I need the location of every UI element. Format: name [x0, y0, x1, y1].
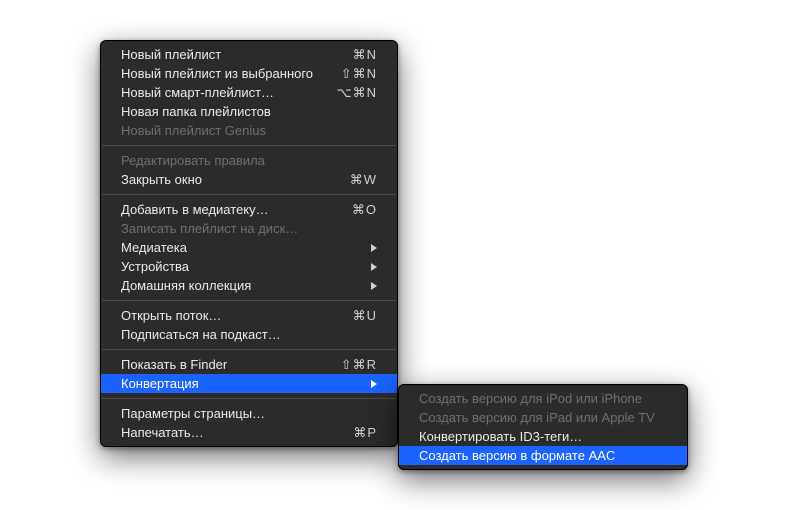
menu-item-label: Открыть поток… [121, 308, 329, 323]
menu-item-shortcut: ⇧⌘R [341, 357, 377, 373]
menu-item-label: Редактировать правила [121, 153, 377, 168]
menu-item-label: Новый плейлист из выбранного [121, 66, 317, 81]
menu-item-create-ipad-appletv-version: Создать версию для iPad или Apple TV [399, 408, 687, 427]
menu-item-label: Новый смарт-плейлист… [121, 85, 313, 100]
submenu-arrow-icon [371, 282, 377, 290]
menu-item-burn-playlist: Записать плейлист на диск… [101, 219, 397, 238]
menu-item-shortcut: ⇧⌘N [341, 66, 377, 82]
menu-item-shortcut: ⌘U [353, 308, 377, 324]
menu-item-subscribe-podcast[interactable]: Подписаться на подкаст… [101, 325, 397, 344]
menu-item-shortcut: ⌥⌘N [337, 85, 377, 101]
submenu-arrow-icon [371, 380, 377, 388]
menu-item-print[interactable]: Напечатать… ⌘P [101, 423, 397, 442]
menu-item-edit-rules: Редактировать правила [101, 151, 397, 170]
file-menu: Новый плейлист ⌘N Новый плейлист из выбр… [100, 40, 398, 447]
menu-item-open-stream[interactable]: Открыть поток… ⌘U [101, 306, 397, 325]
menu-item-label: Создать версию для iPod или iPhone [419, 391, 667, 406]
menu-item-label: Конвертация [121, 376, 347, 391]
menu-item-label: Медиатека [121, 240, 347, 255]
menu-item-new-genius-playlist: Новый плейлист Genius [101, 121, 397, 140]
menu-item-devices[interactable]: Устройства [101, 257, 397, 276]
menu-separator [102, 145, 396, 146]
menu-item-add-to-library[interactable]: Добавить в медиатеку… ⌘O [101, 200, 397, 219]
menu-item-shortcut: ⌘P [353, 425, 377, 441]
menu-item-new-playlist[interactable]: Новый плейлист ⌘N [101, 45, 397, 64]
menu-separator [102, 398, 396, 399]
menu-item-show-in-finder[interactable]: Показать в Finder ⇧⌘R [101, 355, 397, 374]
menu-separator [102, 194, 396, 195]
menu-item-shortcut: ⌘N [353, 47, 377, 63]
menu-item-label: Закрыть окно [121, 172, 326, 187]
menu-item-label: Создать версию для iPad или Apple TV [419, 410, 667, 425]
menu-item-label: Добавить в медиатеку… [121, 202, 328, 217]
menu-separator [102, 300, 396, 301]
menu-item-label: Конвертировать ID3-теги… [419, 429, 667, 444]
menu-item-page-setup[interactable]: Параметры страницы… [101, 404, 397, 423]
menu-item-label: Новый плейлист [121, 47, 329, 62]
menu-item-new-playlist-from-selection[interactable]: Новый плейлист из выбранного ⇧⌘N [101, 64, 397, 83]
menu-item-close-window[interactable]: Закрыть окно ⌘W [101, 170, 397, 189]
menu-item-label: Записать плейлист на диск… [121, 221, 377, 236]
menu-separator [102, 349, 396, 350]
menu-item-create-ipod-iphone-version: Создать версию для iPod или iPhone [399, 389, 687, 408]
menu-item-label: Напечатать… [121, 425, 329, 440]
menu-item-new-playlist-folder[interactable]: Новая папка плейлистов [101, 102, 397, 121]
menu-item-home-sharing[interactable]: Домашняя коллекция [101, 276, 397, 295]
menu-item-label: Домашняя коллекция [121, 278, 347, 293]
submenu-arrow-icon [371, 244, 377, 252]
menu-item-label: Устройства [121, 259, 347, 274]
menu-item-convert-id3-tags[interactable]: Конвертировать ID3-теги… [399, 427, 687, 446]
menu-item-label: Показать в Finder [121, 357, 317, 372]
menu-item-label: Подписаться на подкаст… [121, 327, 377, 342]
menu-item-label: Параметры страницы… [121, 406, 377, 421]
menu-item-new-smart-playlist[interactable]: Новый смарт-плейлист… ⌥⌘N [101, 83, 397, 102]
menu-item-create-aac-version[interactable]: Создать версию в формате AAC [399, 446, 687, 465]
menu-item-label: Создать версию в формате AAC [419, 448, 667, 463]
menu-item-shortcut: ⌘W [350, 172, 377, 188]
submenu-arrow-icon [371, 263, 377, 271]
convert-submenu: Создать версию для iPod или iPhone Созда… [398, 384, 688, 470]
menu-item-label: Новая папка плейлистов [121, 104, 377, 119]
menu-item-library[interactable]: Медиатека [101, 238, 397, 257]
menu-item-shortcut: ⌘O [352, 202, 377, 218]
menu-item-convert[interactable]: Конвертация [101, 374, 397, 393]
menu-item-label: Новый плейлист Genius [121, 123, 377, 138]
